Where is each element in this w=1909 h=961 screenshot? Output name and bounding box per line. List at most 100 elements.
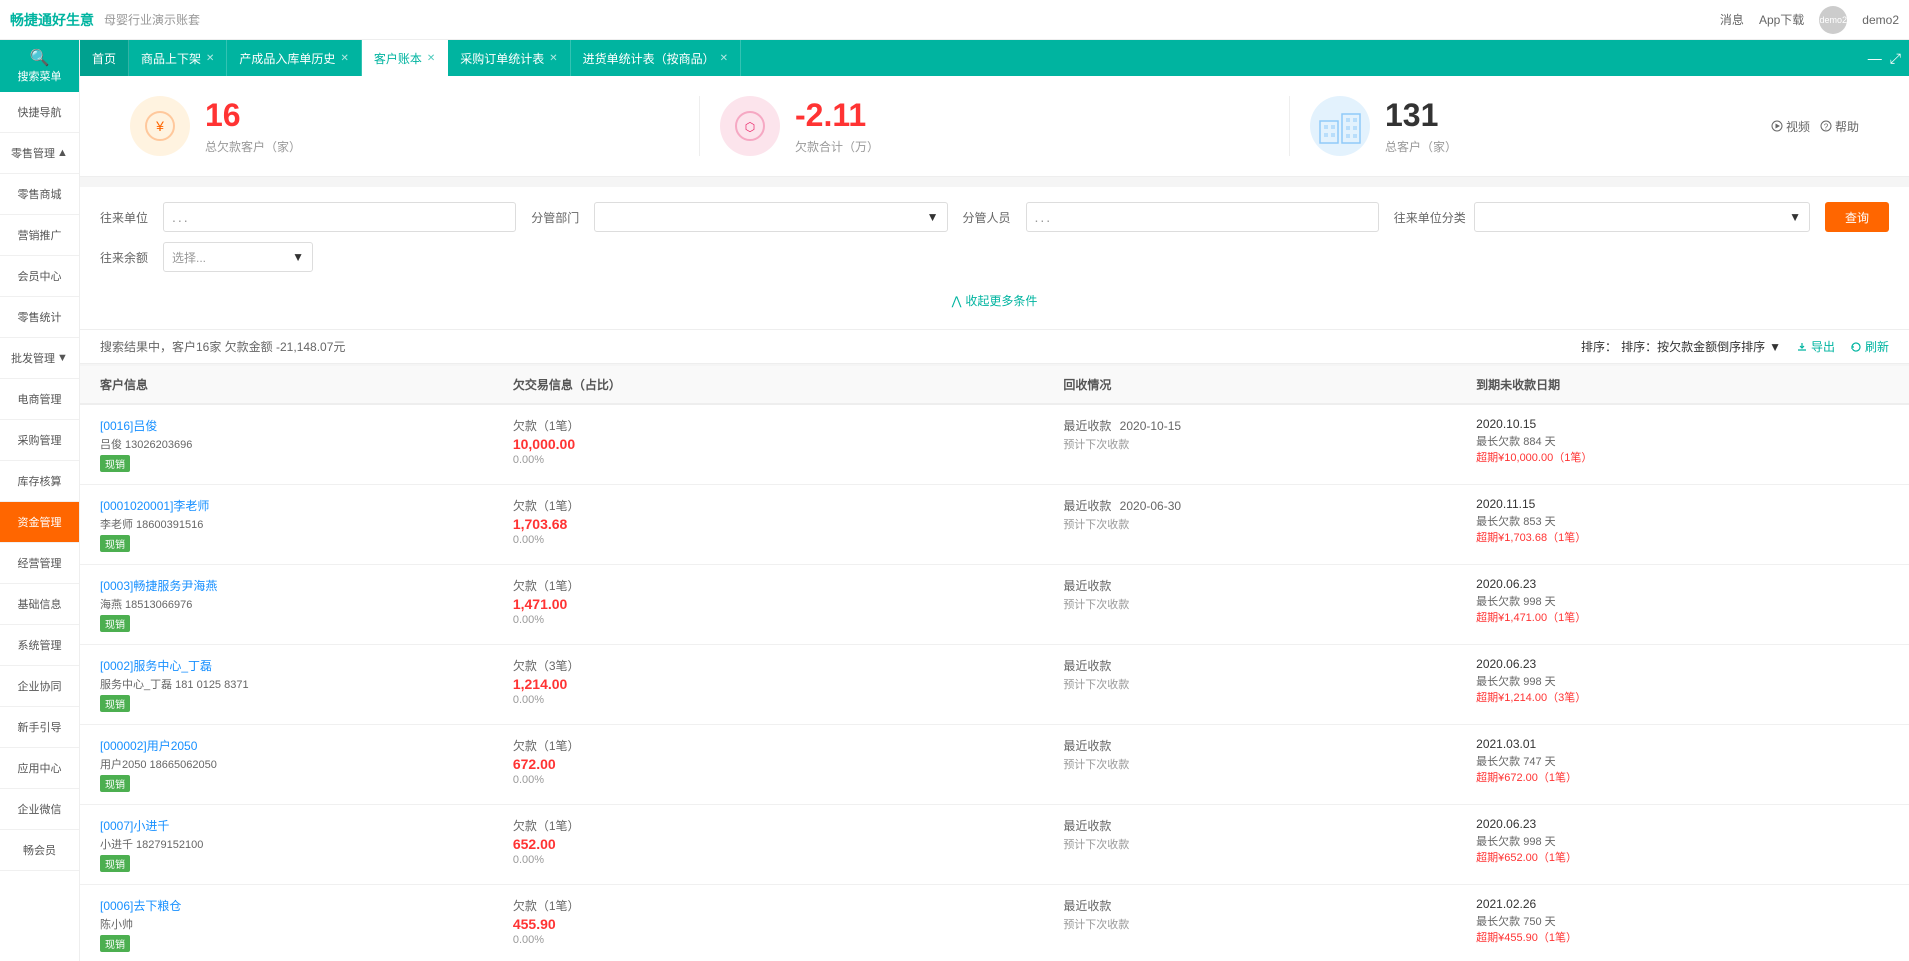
client-name-0[interactable]: [0016]吕俊 bbox=[100, 417, 513, 434]
client-name-2[interactable]: [0003]畅捷服务尹海燕 bbox=[100, 577, 513, 594]
client-contact-0: 吕俊 13026203696 bbox=[100, 436, 513, 452]
tab-maximize-icon[interactable]: ⤢ bbox=[1890, 50, 1901, 67]
cell-client-1: [0001020001]李老师 李老师 18600391516 现销 bbox=[100, 497, 513, 552]
overdue-date-5: 2020.06.23 bbox=[1476, 817, 1889, 831]
sidebar-item-retail-stats[interactable]: 零售统计 bbox=[0, 297, 79, 338]
client-contact-3: 服务中心_丁磊 181 0125 8371 bbox=[100, 676, 513, 692]
sidebar-search[interactable]: 🔍 搜索菜单 bbox=[0, 40, 79, 92]
tab-purchase-order-close[interactable]: ✕ bbox=[549, 53, 557, 64]
collapse-label: 收起更多条件 bbox=[965, 292, 1037, 309]
sidebar-item-batch-mgmt[interactable]: 批发管理 ▼ bbox=[0, 338, 79, 379]
cell-overdue-1: 2020.11.15 最长欠款 853 天 超期¥1,703.68（1笔） bbox=[1476, 497, 1889, 552]
cell-overdue-6: 2021.02.26 最长欠款 750 天 超期¥455.90（1笔） bbox=[1476, 897, 1889, 952]
help-icon: ? bbox=[1820, 120, 1832, 132]
tab-customer-account-close[interactable]: ✕ bbox=[427, 53, 435, 64]
tab-bar: 首页 商品上下架 ✕ 产成品入库单历史 ✕ 客户账本 ✕ 采购订单统计表 ✕ 进… bbox=[80, 40, 1909, 76]
sort-select[interactable]: 排序： 排序：按欠款金额倒序排序 ▼ bbox=[1581, 338, 1781, 355]
overdue-link-3[interactable]: 超期¥1,214.00（3笔） bbox=[1476, 689, 1889, 705]
tab-production-history[interactable]: 产成品入库单历史 ✕ bbox=[227, 40, 361, 76]
sidebar-item-inventory[interactable]: 库存核算 bbox=[0, 461, 79, 502]
person-input[interactable]: ... bbox=[1026, 202, 1379, 232]
dept-label: 分管部门 bbox=[531, 209, 586, 226]
client-name-3[interactable]: [0002]服务中心_丁磊 bbox=[100, 657, 513, 674]
tab-customer-account[interactable]: 客户账本 ✕ bbox=[362, 40, 448, 76]
sidebar-item-finance[interactable]: 资金管理 bbox=[0, 502, 79, 543]
sidebar-item-sys-mgmt[interactable]: 系统管理 bbox=[0, 625, 79, 666]
collapse-area: ⋀ 收起更多条件 bbox=[100, 282, 1889, 314]
overdue-link-6[interactable]: 超期¥455.90（1笔） bbox=[1476, 929, 1889, 945]
sidebar-item-retail-mall[interactable]: 零售商城 bbox=[0, 174, 79, 215]
sidebar-item-member[interactable]: 会员中心 bbox=[0, 256, 79, 297]
export-btn[interactable]: 导出 bbox=[1796, 338, 1835, 355]
dept-select[interactable]: ▼ bbox=[594, 202, 947, 232]
sidebar-item-biz-mgmt[interactable]: 经营管理 bbox=[0, 543, 79, 584]
stat-card-actions: 视频 ? 帮助 bbox=[1771, 118, 1859, 135]
tab-product-shelf[interactable]: 商品上下架 ✕ bbox=[129, 40, 227, 76]
sidebar-item-ecommerce[interactable]: 电商管理 bbox=[0, 379, 79, 420]
sidebar-item-purchase[interactable]: 采购管理 bbox=[0, 420, 79, 461]
sidebar-item-basic-info[interactable]: 基础信息 bbox=[0, 584, 79, 625]
overdue-link-0[interactable]: 超期¥10,000.00（1笔） bbox=[1476, 449, 1889, 465]
unit-category-select[interactable]: ▼ bbox=[1474, 202, 1810, 232]
sidebar-item-enterprise[interactable]: 企业协同 bbox=[0, 666, 79, 707]
tab-purchase-order[interactable]: 采购订单统计表 ✕ bbox=[448, 40, 570, 76]
sidebar-item-wechat[interactable]: 企业微信 bbox=[0, 789, 79, 830]
balance-select[interactable]: 选择... ▼ bbox=[163, 242, 313, 272]
debt-amount-3[interactable]: 1,214.00 bbox=[513, 676, 1063, 692]
debt-amount-4[interactable]: 672.00 bbox=[513, 756, 1063, 772]
tab-purchase-stats[interactable]: 进货单统计表（按商品） ✕ bbox=[571, 40, 741, 76]
sidebar-item-marketing[interactable]: 营销推广 bbox=[0, 215, 79, 256]
debt-amount-0[interactable]: 10,000.00 bbox=[513, 436, 1063, 452]
overdue-days-1: 最长欠款 853 天 bbox=[1476, 513, 1889, 529]
tab-product-shelf-close[interactable]: ✕ bbox=[206, 53, 214, 64]
collapse-button[interactable]: ⋀ 收起更多条件 bbox=[100, 287, 1889, 314]
stat-card-debtors: ¥ 16 总欠款客户（家） bbox=[110, 96, 700, 156]
tab-minimize-icon[interactable]: — bbox=[1868, 50, 1882, 66]
video-icon bbox=[1771, 120, 1783, 132]
app-download-btn[interactable]: App下载 bbox=[1759, 11, 1804, 28]
client-contact-6: 陈小帅 bbox=[100, 916, 513, 932]
sidebar-item-app-center[interactable]: 应用中心 bbox=[0, 748, 79, 789]
sidebar-item-vip[interactable]: 畅会员 bbox=[0, 830, 79, 871]
overdue-link-2[interactable]: 超期¥1,471.00（1笔） bbox=[1476, 609, 1889, 625]
debt-amount-1[interactable]: 1,703.68 bbox=[513, 516, 1063, 532]
sort-label: 排序： bbox=[1581, 338, 1617, 355]
client-name-4[interactable]: [000002]用户2050 bbox=[100, 737, 513, 754]
sidebar-item-quicknav[interactable]: 快捷导航 bbox=[0, 92, 79, 133]
debt-amount-2[interactable]: 1,471.00 bbox=[513, 596, 1063, 612]
tab-home[interactable]: 首页 bbox=[80, 40, 129, 76]
video-btn[interactable]: 视频 bbox=[1771, 118, 1810, 135]
recover-next-3: 预计下次收款 bbox=[1063, 676, 1476, 692]
cell-client-0: [0016]吕俊 吕俊 13026203696 现销 bbox=[100, 417, 513, 472]
refresh-btn[interactable]: 刷新 bbox=[1850, 338, 1889, 355]
client-name-6[interactable]: [0006]去下粮仓 bbox=[100, 897, 513, 914]
person-label: 分管人员 bbox=[963, 209, 1018, 226]
total-clients-number: 131 bbox=[1385, 97, 1756, 134]
help-btn[interactable]: ? 帮助 bbox=[1820, 118, 1859, 135]
balance-arrow: ▼ bbox=[292, 250, 304, 264]
tab-production-history-close[interactable]: ✕ bbox=[340, 53, 348, 64]
sidebar-item-retail-mgmt[interactable]: 零售管理 ▲ bbox=[0, 133, 79, 174]
overdue-link-1[interactable]: 超期¥1,703.68（1笔） bbox=[1476, 529, 1889, 545]
user-avatar[interactable]: demo2 bbox=[1819, 6, 1847, 34]
overdue-link-5[interactable]: 超期¥652.00（1笔） bbox=[1476, 849, 1889, 865]
sidebar-item-new-guide[interactable]: 新手引导 bbox=[0, 707, 79, 748]
overdue-link-4[interactable]: 超期¥672.00（1笔） bbox=[1476, 769, 1889, 785]
client-name-1[interactable]: [0001020001]李老师 bbox=[100, 497, 513, 514]
message-btn[interactable]: 消息 bbox=[1720, 11, 1744, 28]
cell-recover-5: 最近收款 预计下次收款 bbox=[1063, 817, 1476, 872]
tab-purchase-stats-close[interactable]: ✕ bbox=[720, 53, 728, 64]
source-unit-input[interactable]: ... bbox=[163, 202, 516, 232]
sort-arrow-icon: ▼ bbox=[1769, 340, 1781, 354]
finance-label: 资金管理 bbox=[18, 517, 62, 529]
retail-mgmt-label: 零售管理 bbox=[11, 145, 55, 161]
client-tag-3: 现销 bbox=[100, 695, 130, 712]
cell-debt-4: 欠款（1笔） 672.00 0.00% bbox=[513, 737, 1063, 792]
client-name-5[interactable]: [0007]小进千 bbox=[100, 817, 513, 834]
debt-amount-6[interactable]: 455.90 bbox=[513, 916, 1063, 932]
debt-amount-5[interactable]: 652.00 bbox=[513, 836, 1063, 852]
debt-percent-6: 0.00% bbox=[513, 934, 1063, 946]
search-button[interactable]: 查询 bbox=[1825, 202, 1889, 232]
recover-label-0: 最近收款 bbox=[1063, 419, 1111, 433]
table-row: [0001020001]李老师 李老师 18600391516 现销 欠款（1笔… bbox=[80, 485, 1909, 565]
